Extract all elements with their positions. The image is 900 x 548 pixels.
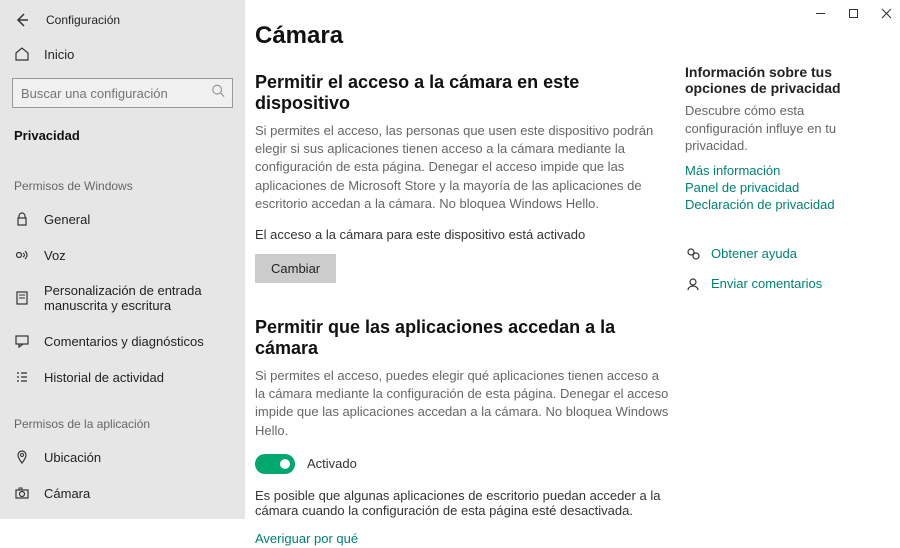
maximize-button[interactable]	[848, 6, 859, 24]
content-column: Cámara Permitir el acceso a la cámara en…	[255, 22, 685, 519]
sidebar-section-windows: Permisos de Windows	[0, 157, 245, 201]
sidebar-item-label: General	[44, 212, 90, 227]
apps-access-toggle[interactable]	[255, 454, 295, 474]
aside-link-privacy-statement[interactable]: Declaración de privacidad	[685, 197, 870, 212]
find-out-why-link[interactable]: Averiguar por qué	[255, 531, 358, 546]
location-icon	[14, 449, 30, 465]
section-apps-desc: Si permites el acceso, puedes elegir qué…	[255, 367, 669, 440]
camera-icon	[14, 485, 30, 501]
feedback-icon	[14, 333, 30, 349]
page-title: Cámara	[255, 22, 669, 50]
search-icon	[211, 84, 225, 103]
sidebar-item-label: Inicio	[44, 47, 74, 62]
sidebar-item-camera[interactable]: Cámara	[0, 475, 245, 511]
feedback-link[interactable]: Enviar comentarios	[711, 276, 822, 291]
section-device-desc: Si permites el acceso, las personas que …	[255, 122, 669, 213]
feedback-icon	[685, 276, 701, 292]
sidebar-active-category: Privacidad	[0, 118, 245, 157]
sidebar-item-label: Comentarios y diagnósticos	[44, 334, 204, 349]
desktop-apps-note: Es posible que algunas aplicaciones de e…	[255, 488, 669, 518]
ink-icon	[14, 290, 30, 306]
sidebar-item-label: Ubicación	[44, 450, 101, 465]
sidebar-item-label: Historial de actividad	[44, 370, 164, 385]
sidebar-item-label: Cámara	[44, 486, 90, 501]
sidebar-item-voice[interactable]: Voz	[0, 237, 245, 273]
back-button[interactable]	[14, 12, 30, 28]
activity-icon	[14, 369, 30, 385]
sidebar-item-activity[interactable]: Historial de actividad	[0, 359, 245, 395]
voice-icon	[14, 247, 30, 263]
sidebar-item-home[interactable]: Inicio	[0, 36, 245, 72]
section-device-title: Permitir el acceso a la cámara en este d…	[255, 72, 669, 114]
sidebar: Configuración Inicio Privacidad Permisos…	[0, 0, 245, 519]
sidebar-item-diagnostics[interactable]: Comentarios y diagnósticos	[0, 323, 245, 359]
aside-title: Información sobre tus opciones de privac…	[685, 64, 870, 96]
close-button[interactable]	[881, 6, 892, 24]
help-icon	[685, 246, 701, 262]
main-area: Cámara Permitir el acceso a la cámara en…	[245, 0, 900, 519]
aside-column: Información sobre tus opciones de privac…	[685, 22, 870, 519]
minimize-button[interactable]	[815, 6, 826, 24]
section-apps-title: Permitir que las aplicaciones accedan a …	[255, 317, 669, 359]
aside-link-privacy-panel[interactable]: Panel de privacidad	[685, 180, 870, 195]
home-icon	[14, 46, 30, 62]
sidebar-section-apps: Permisos de la aplicación	[0, 395, 245, 439]
search-input[interactable]	[12, 78, 233, 108]
sidebar-item-inking[interactable]: Personalización de entrada manuscrita y …	[0, 273, 245, 323]
search-container	[12, 78, 233, 108]
feedback-link-row[interactable]: Enviar comentarios	[685, 276, 870, 292]
toggle-label: Activado	[307, 456, 357, 471]
change-button[interactable]: Cambiar	[255, 254, 336, 283]
sidebar-item-label: Personalización de entrada manuscrita y …	[44, 283, 231, 313]
aside-desc: Descubre cómo esta configuración influye…	[685, 102, 870, 155]
app-title: Configuración	[46, 13, 120, 27]
sidebar-item-general[interactable]: General	[0, 201, 245, 237]
sidebar-item-location[interactable]: Ubicación	[0, 439, 245, 475]
sidebar-item-label: Voz	[44, 248, 66, 263]
window-controls	[815, 6, 892, 24]
help-link-row[interactable]: Obtener ayuda	[685, 246, 870, 262]
aside-link-more-info[interactable]: Más información	[685, 163, 870, 178]
help-link[interactable]: Obtener ayuda	[711, 246, 797, 261]
device-access-status: El acceso a la cámara para este disposit…	[255, 227, 669, 242]
lock-icon	[14, 211, 30, 227]
